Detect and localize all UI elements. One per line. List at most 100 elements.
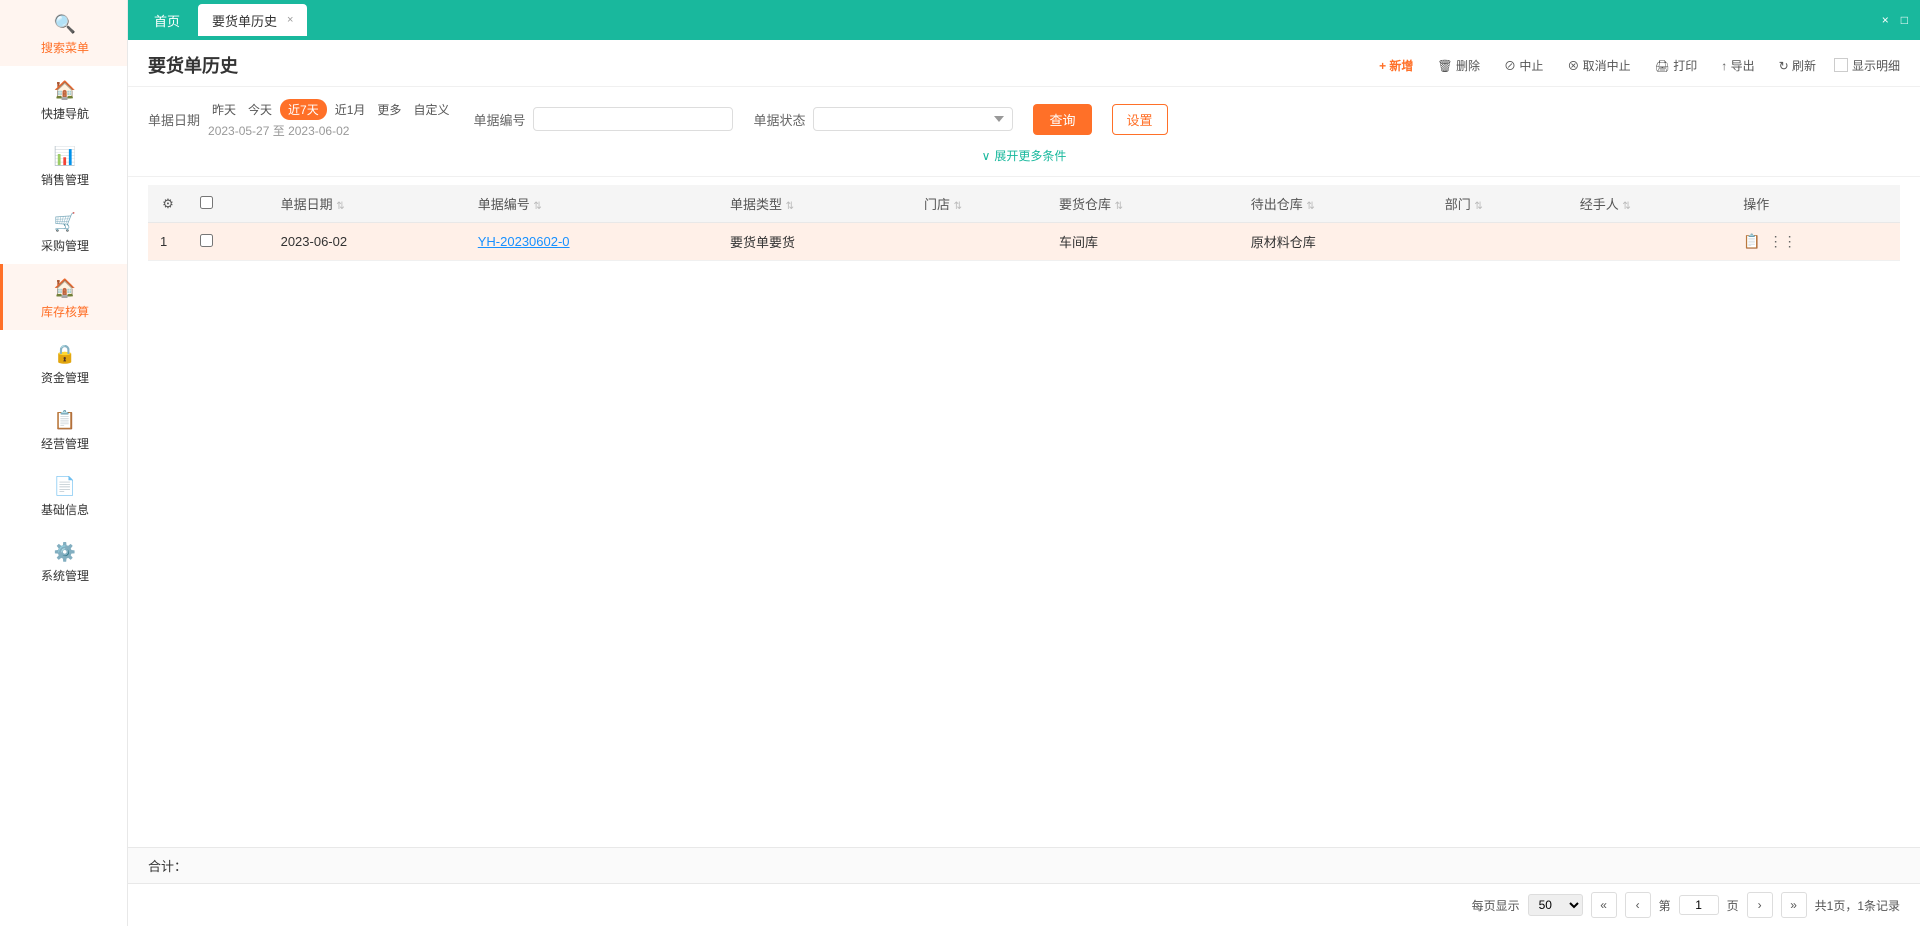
setting-button[interactable]: 设置 bbox=[1112, 104, 1168, 135]
search-menu-icon: 🔍 bbox=[54, 14, 76, 35]
sidebar-label: 资金管理 bbox=[41, 369, 89, 386]
page-unit: 页 bbox=[1727, 897, 1739, 914]
cell-doc-no[interactable]: YH-20230602-0 bbox=[466, 223, 718, 261]
cell-department bbox=[1433, 223, 1568, 261]
topbar-right: ×□ bbox=[1882, 13, 1908, 27]
date-btn-7days[interactable]: 近7天 bbox=[280, 99, 327, 120]
query-button[interactable]: 查询 bbox=[1033, 104, 1091, 135]
date-btn-1month[interactable]: 近1月 bbox=[331, 99, 370, 120]
page-number-input[interactable] bbox=[1679, 895, 1719, 915]
doc-no-input[interactable] bbox=[533, 107, 733, 131]
th-date[interactable]: 单据日期 ⇅ bbox=[269, 185, 466, 223]
table-header-row: ⚙ 单据日期 ⇅ 单据编号 ⇅ 单据类型 ⇅ 门店 ⇅ 要货仓库 ⇅ 待出仓库 … bbox=[148, 185, 1900, 223]
date-filter-group: 单据日期 昨天 今天 近7天 近1月 更多 自定义 2023-05-27 至 2… bbox=[148, 99, 453, 139]
date-btn-more[interactable]: 更多 bbox=[373, 99, 405, 120]
content-area: 要货单历史 + 新增 🗑 删除 ⊘ 中止 ⊗ 取消中止 🖨 打印 ↑ 导出 ↻ … bbox=[128, 40, 1920, 926]
finance-icon: 🔒 bbox=[54, 344, 76, 365]
quick-nav-icon: 🏠 bbox=[54, 80, 76, 101]
select-all-checkbox[interactable] bbox=[200, 196, 213, 209]
print-button[interactable]: 🖨 打印 bbox=[1649, 53, 1704, 78]
status-label: 单据状态 bbox=[753, 110, 805, 129]
toolbar: + 新增 🗑 删除 ⊘ 中止 ⊗ 取消中止 🖨 打印 ↑ 导出 ↻ 刷新 显示明… bbox=[1373, 53, 1900, 78]
prev-page-button[interactable]: ‹ bbox=[1625, 892, 1651, 918]
delete-button[interactable]: 🗑 删除 bbox=[1431, 53, 1486, 78]
sidebar-item-basics[interactable]: 📄 基础信息 bbox=[0, 462, 127, 528]
th-settings[interactable]: ⚙ bbox=[148, 185, 188, 223]
cell-store bbox=[912, 223, 1047, 261]
sidebar-label: 经营管理 bbox=[41, 435, 89, 452]
sidebar-item-inventory[interactable]: 🏠 库存核算 bbox=[0, 264, 127, 330]
th-doc-type[interactable]: 单据类型 ⇅ bbox=[718, 185, 912, 223]
expand-more-button[interactable]: ∨ 展开更多条件 bbox=[148, 143, 1900, 168]
tab-label: 首页 bbox=[154, 11, 180, 30]
action-edit-icon[interactable]: 📋 bbox=[1743, 233, 1760, 250]
date-filter-label: 单据日期 bbox=[148, 110, 200, 129]
sidebar-item-search-menu[interactable]: 🔍 搜索菜单 bbox=[0, 0, 127, 66]
action-more-icon[interactable]: ⋮⋮ bbox=[1769, 233, 1797, 250]
cell-doc-type: 要货单要货 bbox=[718, 223, 912, 261]
page-title: 要货单历史 bbox=[148, 52, 238, 78]
cell-index: 1 bbox=[148, 223, 188, 261]
sidebar-label: 搜索菜单 bbox=[41, 39, 89, 56]
basics-icon: 📄 bbox=[54, 476, 76, 497]
show-detail-checkbox[interactable] bbox=[1834, 58, 1848, 72]
stop-button[interactable]: ⊘ 中止 bbox=[1498, 53, 1549, 78]
table-area: ⚙ 单据日期 ⇅ 单据编号 ⇅ 单据类型 ⇅ 门店 ⇅ 要货仓库 ⇅ 待出仓库 … bbox=[128, 177, 1920, 847]
new-button[interactable]: + 新增 bbox=[1373, 53, 1419, 78]
show-detail-toggle[interactable]: 显示明细 bbox=[1834, 57, 1900, 74]
cell-date: 2023-06-02 bbox=[269, 223, 466, 261]
th-store[interactable]: 门店 ⇅ bbox=[912, 185, 1047, 223]
top-bar: 首页要货单历史××□ bbox=[128, 0, 1920, 40]
date-btn-today[interactable]: 今天 bbox=[244, 99, 276, 120]
cell-checkbox bbox=[188, 223, 269, 261]
filter-row: 单据日期 昨天 今天 近7天 近1月 更多 自定义 2023-05-27 至 2… bbox=[148, 99, 1900, 139]
table-footer: 合计： bbox=[128, 847, 1920, 883]
sidebar-item-sales[interactable]: 📊销售管理 bbox=[0, 132, 127, 198]
sidebar-item-quick-nav[interactable]: 🏠快捷导航 bbox=[0, 66, 127, 132]
th-handler[interactable]: 经手人 ⇅ bbox=[1568, 185, 1731, 223]
date-btn-custom[interactable]: 自定义 bbox=[409, 99, 453, 120]
sidebar-item-finance[interactable]: 🔒 资金管理 bbox=[0, 330, 127, 396]
doc-no-filter-group: 单据编号 bbox=[473, 107, 733, 131]
sales-icon: 📊 bbox=[54, 146, 76, 167]
sidebar-item-operations[interactable]: 📋经营管理 bbox=[0, 396, 127, 462]
data-table: ⚙ 单据日期 ⇅ 单据编号 ⇅ 单据类型 ⇅ 门店 ⇅ 要货仓库 ⇅ 待出仓库 … bbox=[148, 185, 1900, 261]
th-req-warehouse[interactable]: 要货仓库 ⇅ bbox=[1047, 185, 1239, 223]
page-header: 要货单历史 + 新增 🗑 删除 ⊘ 中止 ⊗ 取消中止 🖨 打印 ↑ 导出 ↻ … bbox=[128, 40, 1920, 87]
row-checkbox[interactable] bbox=[200, 234, 213, 247]
th-department[interactable]: 部门 ⇅ bbox=[1433, 185, 1568, 223]
show-detail-label: 显示明细 bbox=[1852, 57, 1900, 74]
status-select[interactable] bbox=[813, 107, 1013, 131]
sidebar-label: 库存核算 bbox=[41, 303, 89, 320]
expand-icon: ∨ bbox=[982, 149, 991, 163]
th-actions: 操作 bbox=[1731, 185, 1900, 223]
system-icon: ⚙️ bbox=[54, 542, 76, 563]
tab-requisition-history[interactable]: 要货单历史 × bbox=[198, 4, 307, 36]
sidebar-item-purchase[interactable]: 🛒采购管理 bbox=[0, 198, 127, 264]
tab-close-icon[interactable]: × bbox=[287, 14, 293, 26]
date-btn-yesterday[interactable]: 昨天 bbox=[208, 99, 240, 120]
cancel-stop-button[interactable]: ⊗ 取消中止 bbox=[1561, 53, 1636, 78]
sidebar-label: 基础信息 bbox=[41, 501, 89, 518]
cell-pending-warehouse: 原材料仓库 bbox=[1239, 223, 1433, 261]
th-pending-warehouse[interactable]: 待出仓库 ⇅ bbox=[1239, 185, 1433, 223]
first-page-button[interactable]: « bbox=[1591, 892, 1617, 918]
sidebar: 🔍 搜索菜单 🏠快捷导航📊销售管理🛒采购管理 🏠 库存核算 🔒 资金管理 📋经营管理 📄 基础信息… bbox=[0, 0, 128, 926]
window-close-icon[interactable]: × bbox=[1882, 13, 1889, 27]
page-size-select[interactable]: 50 100 200 bbox=[1528, 894, 1583, 916]
table-row: 1 2023-06-02 YH-20230602-0 要货单要货 车间库 原材料… bbox=[148, 223, 1900, 261]
last-page-button[interactable]: » bbox=[1781, 892, 1807, 918]
sidebar-item-system[interactable]: ⚙️ 系统管理 bbox=[0, 528, 127, 594]
export-button[interactable]: ↑ 导出 bbox=[1715, 53, 1760, 78]
refresh-button[interactable]: ↻ 刷新 bbox=[1773, 53, 1822, 78]
window-maximize-icon[interactable]: □ bbox=[1901, 13, 1908, 27]
inventory-icon: 🏠 bbox=[54, 278, 76, 299]
cell-req-warehouse: 车间库 bbox=[1047, 223, 1239, 261]
tab-home[interactable]: 首页 bbox=[140, 4, 194, 36]
next-page-button[interactable]: › bbox=[1747, 892, 1773, 918]
tab-label: 要货单历史 bbox=[212, 11, 277, 30]
date-range-display: 2023-05-27 至 2023-06-02 bbox=[208, 122, 453, 139]
th-doc-no[interactable]: 单据编号 ⇅ bbox=[466, 185, 718, 223]
sidebar-label: 系统管理 bbox=[41, 567, 89, 584]
pagination-bar: 每页显示 50 100 200 « ‹ 第 页 › » 共1页，1条记录 bbox=[128, 883, 1920, 926]
